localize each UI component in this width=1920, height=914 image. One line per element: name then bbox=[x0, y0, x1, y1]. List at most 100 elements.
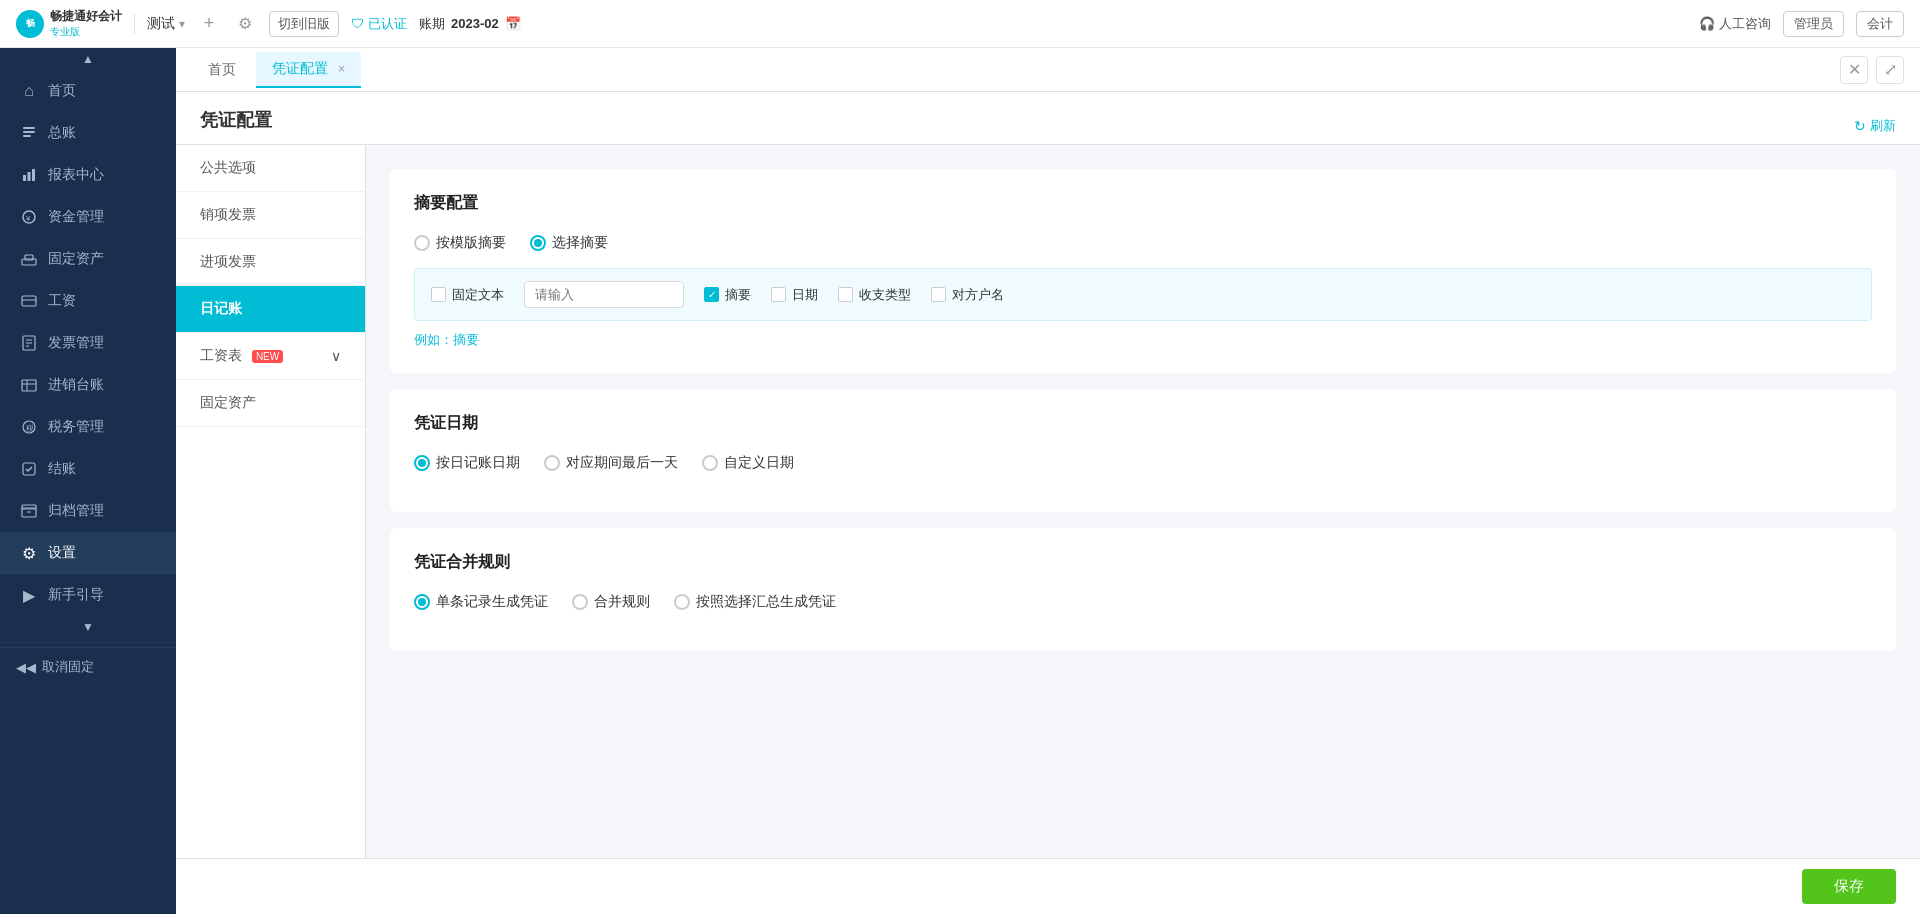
sidebar-item-fixed-assets[interactable]: 固定资产 bbox=[0, 238, 176, 280]
sidebar-item-label: 归档管理 bbox=[48, 502, 104, 520]
radio-circle-template bbox=[414, 235, 430, 251]
sidebar-item-label: 进销台账 bbox=[48, 376, 104, 394]
close-button[interactable]: ✕ bbox=[1840, 56, 1868, 84]
sidebar-item-label: 资金管理 bbox=[48, 208, 104, 226]
sidebar-scroll-down[interactable]: ▼ bbox=[0, 616, 176, 638]
left-nav-item-purchase[interactable]: 进项发票 bbox=[176, 239, 365, 286]
accountant-button[interactable]: 会计 bbox=[1856, 11, 1904, 37]
sidebar-item-closing[interactable]: 结账 bbox=[0, 448, 176, 490]
topbar-right: 🎧 人工咨询 管理员 会计 bbox=[1699, 11, 1904, 37]
sidebar: ▲ ⌂ 首页 总账 报表中心 ¥ 资金管理 固 bbox=[0, 48, 176, 914]
radio-single-record[interactable]: 单条记录生成凭证 bbox=[414, 593, 548, 611]
shield-icon: 🛡 bbox=[351, 16, 364, 31]
headphone-icon: 🎧 bbox=[1699, 16, 1715, 31]
radio-journal-date[interactable]: 按日记账日期 bbox=[414, 454, 520, 472]
checkbox-box-date bbox=[771, 287, 786, 302]
left-nav-item-fixed-assets[interactable]: 固定资产 bbox=[176, 380, 365, 427]
left-nav-item-journal[interactable]: 日记账 bbox=[176, 286, 365, 333]
calendar-icon[interactable]: 📅 bbox=[505, 16, 521, 31]
sidebar-item-label: 首页 bbox=[48, 82, 76, 100]
radio-select-summary[interactable]: 选择摘要 bbox=[530, 234, 608, 252]
left-nav-item-sales[interactable]: 销项发票 bbox=[176, 192, 365, 239]
main-layout: ▲ ⌂ 首页 总账 报表中心 ¥ 资金管理 固 bbox=[0, 48, 1920, 914]
refresh-button[interactable]: ↻ 刷新 bbox=[1854, 117, 1896, 135]
fixed-text-input[interactable] bbox=[524, 281, 684, 308]
sidebar-item-archive[interactable]: 归档管理 bbox=[0, 490, 176, 532]
cancel-fixed-button[interactable]: ◀◀ 取消固定 bbox=[0, 647, 176, 686]
company-logo: 畅 畅捷通好会计 专业版 bbox=[16, 8, 122, 39]
checkbox-counterpart[interactable]: 对方户名 bbox=[931, 286, 1004, 304]
save-button[interactable]: 保存 bbox=[1802, 869, 1896, 904]
fixed-text-label: 固定文本 bbox=[452, 286, 504, 304]
sidebar-item-label: 结账 bbox=[48, 460, 76, 478]
cancel-fixed-label: 取消固定 bbox=[42, 658, 94, 676]
summary-config-title: 摘要配置 bbox=[414, 193, 1872, 214]
sidebar-item-ledger[interactable]: 总账 bbox=[0, 112, 176, 154]
switch-old-version-button[interactable]: 切到旧版 bbox=[269, 11, 339, 37]
radio-template-summary[interactable]: 按模版摘要 bbox=[414, 234, 506, 252]
expand-button[interactable]: ⤢ bbox=[1876, 56, 1904, 84]
company-icon-text: 畅 bbox=[26, 19, 35, 29]
sidebar-item-label: 税务管理 bbox=[48, 418, 104, 436]
radio-template-label: 按模版摘要 bbox=[436, 234, 506, 252]
sidebar-item-funds[interactable]: ¥ 资金管理 bbox=[0, 196, 176, 238]
consult-button[interactable]: 🎧 人工咨询 bbox=[1699, 15, 1771, 33]
radio-period-last[interactable]: 对应期间最后一天 bbox=[544, 454, 678, 472]
checkbox-box-counterpart bbox=[931, 287, 946, 302]
inner-layout: 公共选项 销项发票 进项发票 日记账 工资表 NEW ∨ 固定资产 bbox=[176, 145, 1920, 858]
sidebar-item-label: 发票管理 bbox=[48, 334, 104, 352]
radio-custom-date[interactable]: 自定义日期 bbox=[702, 454, 794, 472]
tab-voucher-config[interactable]: 凭证配置 × bbox=[256, 52, 361, 88]
tab-home[interactable]: 首页 bbox=[192, 53, 252, 87]
radio-merge-rules[interactable]: 合并规则 bbox=[572, 593, 650, 611]
tab-actions: ✕ ⤢ bbox=[1840, 56, 1904, 84]
archive-icon bbox=[20, 502, 38, 520]
period-info: 账期 2023-02 📅 bbox=[419, 15, 521, 33]
sidebar-item-tax[interactable]: 税 税务管理 bbox=[0, 406, 176, 448]
radio-by-selection[interactable]: 按照选择汇总生成凭证 bbox=[674, 593, 836, 611]
tab-close-button[interactable]: × bbox=[338, 62, 345, 76]
funds-icon: ¥ bbox=[20, 208, 38, 226]
tax-icon: 税 bbox=[20, 418, 38, 436]
right-content: 摘要配置 按模版摘要 选择摘要 bbox=[366, 145, 1920, 858]
tab-voucher-config-label: 凭证配置 bbox=[272, 60, 328, 76]
sidebar-item-label: 设置 bbox=[48, 544, 76, 562]
verified-badge: 🛡 已认证 bbox=[351, 15, 407, 33]
sidebar-scroll-up[interactable]: ▲ bbox=[0, 48, 176, 70]
checkbox-summary[interactable]: 摘要 bbox=[704, 286, 751, 304]
company-name: 畅捷通好会计 bbox=[50, 8, 122, 25]
radio-circle-merge bbox=[572, 594, 588, 610]
tab-home-label: 首页 bbox=[208, 61, 236, 77]
sidebar-item-settings[interactable]: ⚙ 设置 bbox=[0, 532, 176, 574]
merge-rules-radio-group: 单条记录生成凭证 合并规则 按照选择汇总生成凭证 bbox=[414, 593, 1872, 611]
settings-icon[interactable]: ⚙ bbox=[233, 12, 257, 36]
checkbox-fixed-text[interactable]: 固定文本 bbox=[431, 286, 504, 304]
sidebar-item-guide[interactable]: ▶ 新手引导 bbox=[0, 574, 176, 616]
radio-circle-custom-date bbox=[702, 455, 718, 471]
sidebar-item-purchase-sales[interactable]: 进销台账 bbox=[0, 364, 176, 406]
sidebar-item-home[interactable]: ⌂ 首页 bbox=[0, 70, 176, 112]
period-value: 2023-02 bbox=[451, 16, 499, 31]
arrow-left-icon: ◀◀ bbox=[16, 660, 36, 675]
left-nav-item-public[interactable]: 公共选项 bbox=[176, 145, 365, 192]
left-nav-item-payroll-table[interactable]: 工资表 NEW ∨ bbox=[176, 333, 365, 380]
sidebar-item-payroll[interactable]: 工资 bbox=[0, 280, 176, 322]
project-name: 测试 bbox=[147, 15, 175, 33]
svg-rect-10 bbox=[22, 296, 36, 306]
verified-label: 已认证 bbox=[368, 15, 407, 33]
example-text: 例如：摘要 bbox=[414, 331, 1872, 349]
add-project-button[interactable]: + bbox=[197, 12, 221, 36]
chevron-down-icon: ▾ bbox=[179, 17, 185, 31]
checkbox-income-type[interactable]: 收支类型 bbox=[838, 286, 911, 304]
radio-select-label: 选择摘要 bbox=[552, 234, 608, 252]
checkbox-box-summary bbox=[704, 287, 719, 302]
summary-checkbox-label: 摘要 bbox=[725, 286, 751, 304]
sidebar-item-invoice[interactable]: 发票管理 bbox=[0, 322, 176, 364]
income-type-label: 收支类型 bbox=[859, 286, 911, 304]
sidebar-item-reports[interactable]: 报表中心 bbox=[0, 154, 176, 196]
svg-text:¥: ¥ bbox=[25, 214, 31, 223]
radio-circle-period-last bbox=[544, 455, 560, 471]
admin-button[interactable]: 管理员 bbox=[1783, 11, 1844, 37]
project-selector[interactable]: 测试 ▾ bbox=[147, 15, 185, 33]
checkbox-date[interactable]: 日期 bbox=[771, 286, 818, 304]
